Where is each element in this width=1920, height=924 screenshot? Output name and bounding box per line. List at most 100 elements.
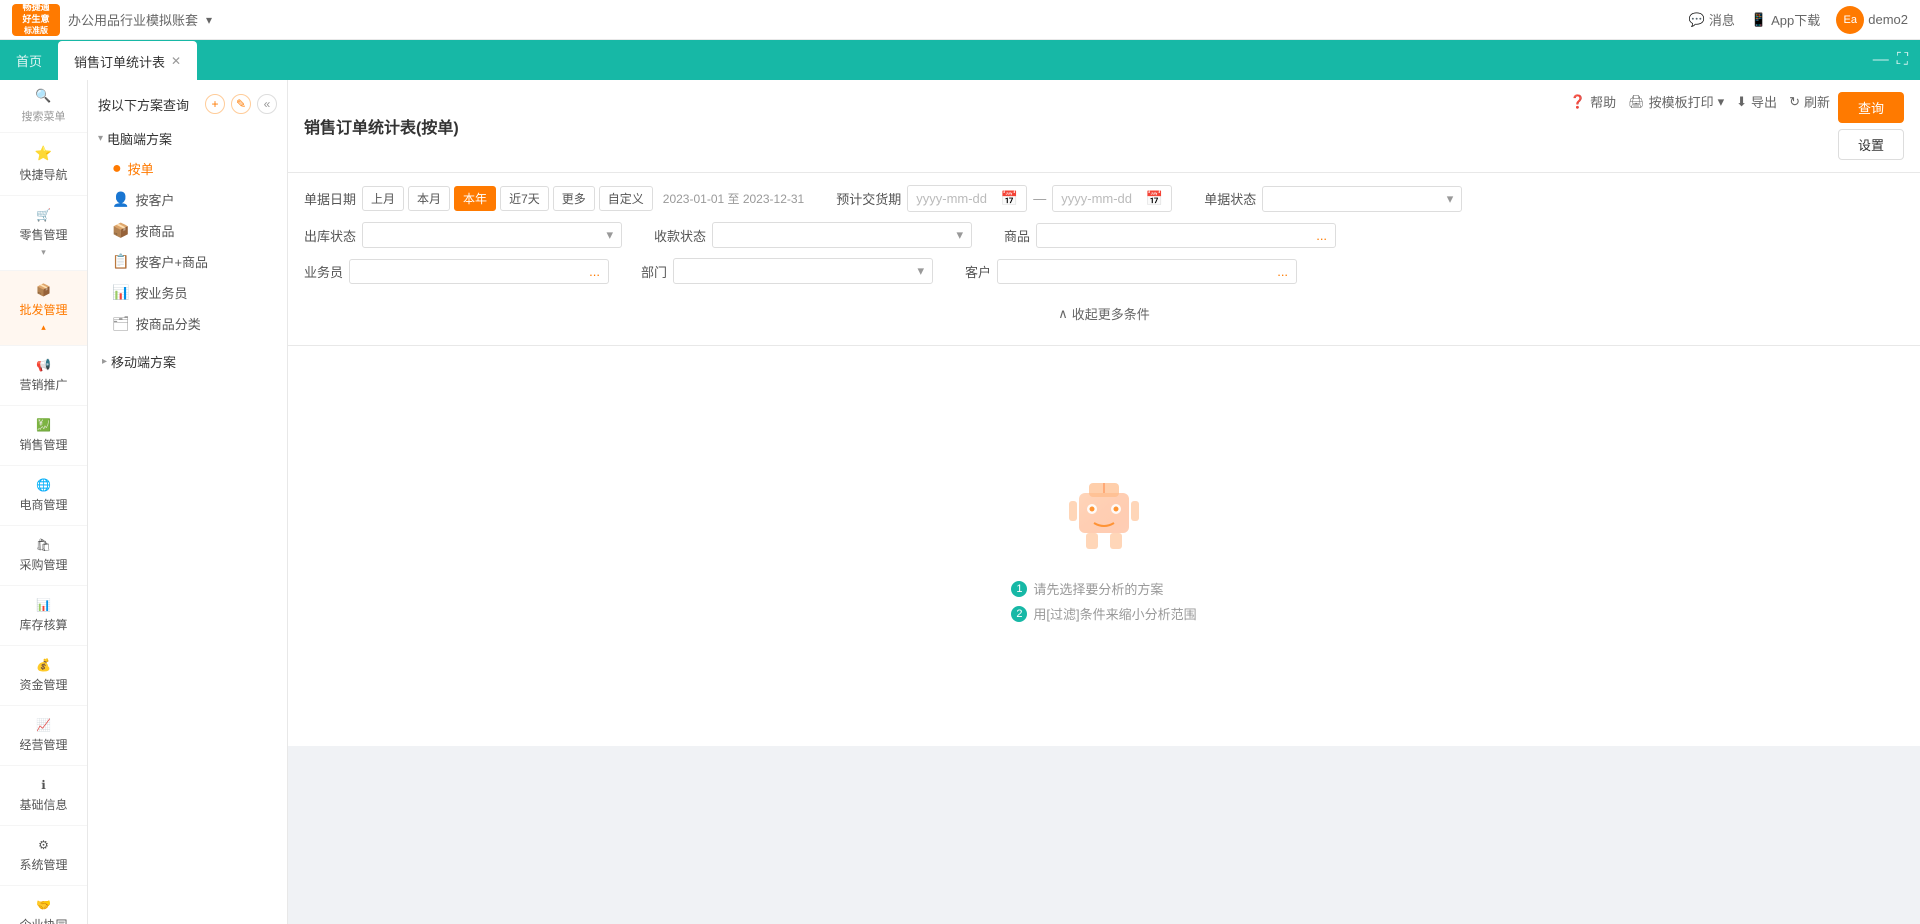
tab-home[interactable]: 首页 [0, 40, 58, 80]
sidebar-item-retail[interactable]: 🛒 零售管理 ▾ [0, 196, 87, 271]
retail-icon: 🛒 [36, 208, 51, 222]
date-label: 单据日期 [304, 189, 356, 208]
sidebar-item-system[interactable]: ⚙ 系统管理 [0, 826, 87, 886]
shipment-status-select[interactable]: ▾ [362, 222, 622, 248]
sidebar-item-sales[interactable]: 💹 销售管理 [0, 406, 87, 466]
scheme-item-by-customer-goods[interactable]: 📋 按客户+商品 [88, 246, 287, 277]
logo-text: 畅捷通好生意标准版 [22, 2, 49, 37]
sidebar-search[interactable]: 🔍 搜索菜单 [0, 80, 87, 133]
date-btn-last-month[interactable]: 上月 [362, 186, 404, 211]
scheme-item-by-order[interactable]: ● 按单 [88, 153, 287, 184]
delivery-date-end[interactable]: yyyy-mm-dd 📅 [1052, 185, 1172, 212]
payment-label: 收款状态 [654, 226, 706, 245]
topbar-dropdown-icon[interactable]: ▾ [206, 13, 212, 27]
collapse-up-icon: ∧ [1058, 306, 1068, 322]
tip-num-1: 1 [1011, 581, 1027, 597]
scheme-mobile-group-header[interactable]: ▸ 移动端方案 [88, 347, 287, 376]
salesman-dots[interactable]: ... [589, 264, 600, 279]
by-goods-icon: 📦 [112, 222, 129, 239]
help-button[interactable]: ❓ 帮助 [1570, 92, 1616, 111]
department-select[interactable]: ▾ [673, 258, 933, 284]
page-header: 销售订单统计表(按单) ❓ 帮助 🖨 按模板打印 ▾ ⬇ [288, 80, 1920, 173]
sidebar-item-wholesale[interactable]: 📦 批发管理 ▴ [0, 271, 87, 346]
goods-dots[interactable]: ... [1316, 228, 1327, 243]
sidebar-ecommerce-label: 电商管理 [19, 496, 67, 513]
sidebar-item-inventory[interactable]: 📊 库存核算 [0, 586, 87, 646]
empty-state-container: 1 请先选择要分析的方案 2 用[过滤]条件来缩小分析范围 [288, 346, 1920, 746]
payment-status-select[interactable]: ▾ [712, 222, 972, 248]
app-label: App下载 [1771, 10, 1820, 29]
sidebar-marketing-label: 营销推广 [19, 376, 67, 393]
salesman-input[interactable]: ... [349, 259, 609, 284]
minimize-icon[interactable]: — [1873, 51, 1889, 69]
message-icon: 💬 [1689, 12, 1705, 28]
date-btn-7days[interactable]: 近7天 [500, 186, 549, 211]
tip-num-2: 2 [1011, 606, 1027, 622]
export-button[interactable]: ⬇ 导出 [1736, 92, 1777, 111]
filter-area: 单据日期 上月 本月 本年 近7天 更多 自定义 2023-01-01 至 20… [288, 173, 1920, 346]
sidebar-item-operation[interactable]: 📈 经营管理 [0, 706, 87, 766]
filter-shipment-item: 出库状态 ▾ [304, 222, 622, 248]
empty-tips: 1 请先选择要分析的方案 2 用[过滤]条件来缩小分析范围 [1011, 579, 1196, 629]
goods-input[interactable]: ... [1036, 223, 1336, 248]
scheme-item-by-customer[interactable]: 👤 按客户 [88, 184, 287, 215]
order-status-select[interactable]: ▾ [1262, 186, 1462, 212]
basic-icon: ℹ [41, 778, 46, 792]
calendar-icon-2[interactable]: 📅 [1146, 190, 1163, 207]
sidebar-item-corp[interactable]: 🤝 企业协同 [0, 886, 87, 924]
user-profile[interactable]: Ea demo2 [1836, 6, 1908, 34]
calendar-icon-1[interactable]: 📅 [1001, 190, 1018, 207]
sidebar-item-basic[interactable]: ℹ 基础信息 [0, 766, 87, 826]
by-order-icon: ● [112, 160, 122, 178]
collapse-button[interactable]: ∧ 收起更多条件 [1058, 304, 1150, 323]
filter-salesman-item: 业务员 ... [304, 259, 609, 284]
corp-icon: 🤝 [36, 898, 51, 912]
search-icon: 🔍 [35, 88, 51, 104]
tab-home-label: 首页 [16, 51, 42, 70]
filter-date-item: 单据日期 上月 本月 本年 近7天 更多 自定义 2023-01-01 至 20… [304, 186, 804, 211]
filter-payment-item: 收款状态 ▾ [654, 222, 972, 248]
sidebar-item-finance[interactable]: 💰 资金管理 [0, 646, 87, 706]
sidebar-basic-label: 基础信息 [19, 796, 67, 813]
sidebar-sales-label: 销售管理 [19, 436, 67, 453]
tab-close-icon[interactable]: ✕ [171, 54, 181, 68]
marketing-icon: 📢 [36, 358, 51, 372]
scheme-edit-button[interactable]: ✎ [231, 94, 251, 114]
sidebar-item-ecommerce[interactable]: 🌐 电商管理 [0, 466, 87, 526]
print-dropdown-icon: ▾ [1718, 94, 1725, 110]
print-label: 按模板打印 [1649, 92, 1714, 111]
query-button[interactable]: 查询 [1838, 92, 1904, 123]
goods-label: 商品 [1004, 226, 1030, 245]
scheme-add-button[interactable]: + [205, 94, 225, 114]
empty-robot-illustration [1054, 463, 1154, 563]
delivery-date-start[interactable]: yyyy-mm-dd 📅 [907, 185, 1027, 212]
sidebar-item-purchase[interactable]: 🛍 采购管理 [0, 526, 87, 586]
customer-input[interactable]: ... [997, 259, 1297, 284]
ecommerce-icon: 🌐 [36, 478, 51, 492]
operation-icon: 📈 [36, 718, 51, 732]
date-btn-this-year[interactable]: 本年 [454, 186, 496, 211]
scheme-collapse-button[interactable]: « [257, 94, 277, 114]
page-title: 销售订单统计表(按单) [304, 114, 459, 138]
help-icon: ❓ [1570, 94, 1586, 110]
date-btn-more[interactable]: 更多 [553, 186, 595, 211]
scheme-item-by-goods[interactable]: 📦 按商品 [88, 215, 287, 246]
empty-tip-1: 1 请先选择要分析的方案 [1011, 579, 1196, 598]
scheme-item-by-goods-category[interactable]: 🗂 按商品分类 [88, 308, 287, 339]
by-customer-goods-icon: 📋 [112, 253, 129, 270]
refresh-button[interactable]: ↻ 刷新 [1789, 92, 1830, 111]
sidebar-item-marketing[interactable]: 📢 营销推广 [0, 346, 87, 406]
message-button[interactable]: 💬 消息 [1689, 10, 1735, 29]
settings-button[interactable]: 设置 [1838, 129, 1904, 160]
scheme-item-by-staff[interactable]: 📊 按业务员 [88, 277, 287, 308]
scheme-pc-group-header[interactable]: ▾ 电脑端方案 [88, 124, 287, 153]
date-btn-custom[interactable]: 自定义 [599, 186, 653, 211]
customer-dots[interactable]: ... [1277, 264, 1288, 279]
app-download-button[interactable]: 📱 App下载 [1751, 10, 1820, 29]
print-button[interactable]: 🖨 按模板打印 ▾ [1628, 92, 1724, 111]
date-btn-this-month[interactable]: 本月 [408, 186, 450, 211]
sidebar-item-shortcut[interactable]: ⭐ 快捷导航 [0, 133, 87, 196]
sidebar-finance-label: 资金管理 [19, 676, 67, 693]
tab-sales-order-stats[interactable]: 销售订单统计表 ✕ [58, 41, 197, 81]
maximize-icon[interactable]: ⛶ [1897, 51, 1908, 69]
